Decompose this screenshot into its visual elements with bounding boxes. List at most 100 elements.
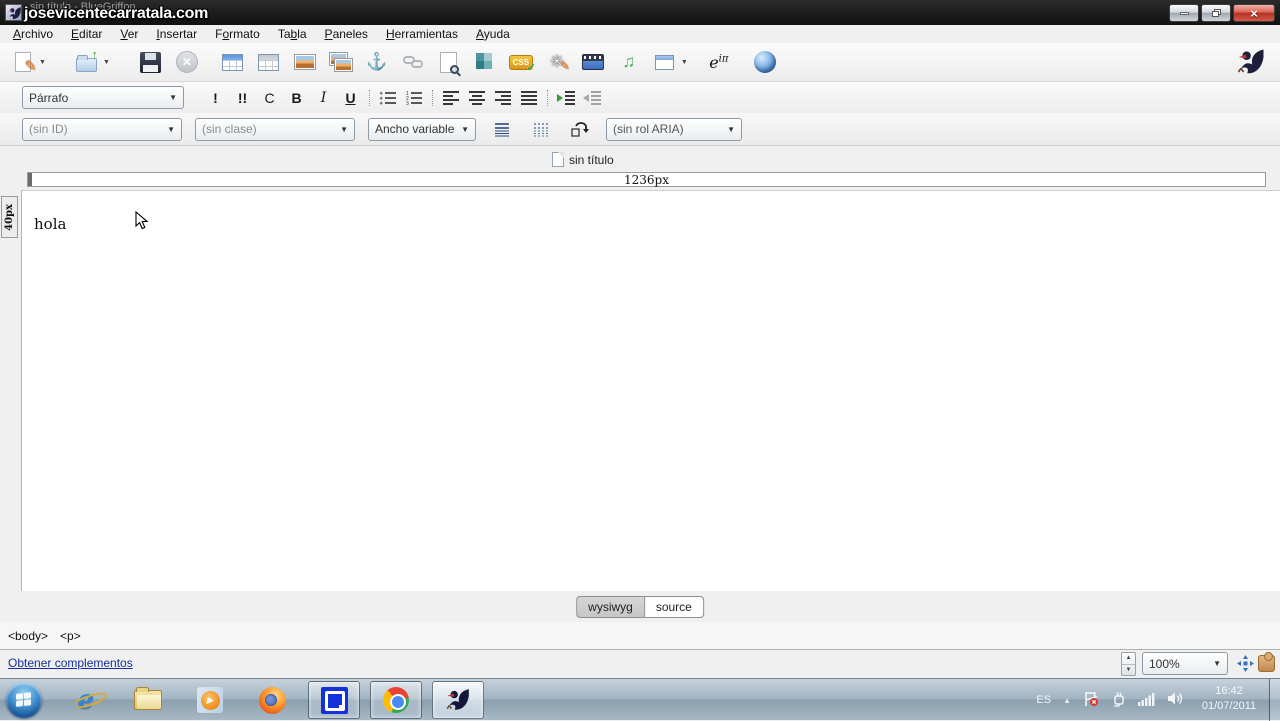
taskbar-icon-internet-explorer[interactable]: e (60, 681, 112, 719)
taskbar-icon-chrome[interactable] (370, 681, 422, 719)
language-indicator[interactable]: ES (1036, 694, 1051, 706)
network-signal-icon[interactable] (1138, 692, 1155, 709)
addons-puzzle-icon[interactable] (1258, 652, 1275, 672)
open-file-dropdown-arrow[interactable]: ▼ (103, 59, 110, 66)
insert-table-button[interactable] (218, 46, 248, 78)
insert-audio-button[interactable]: ♫ (614, 46, 644, 78)
hidden-icons-arrow[interactable]: ▲ (1063, 696, 1071, 705)
outdent-button[interactable] (579, 86, 605, 110)
wysiwyg-tab[interactable]: wysiwyg (576, 596, 644, 618)
indent-button[interactable] (553, 86, 579, 110)
preview-button[interactable] (434, 46, 464, 78)
chevron-down-icon: ▼ (167, 124, 175, 134)
anchor-button[interactable]: ⚓ (362, 46, 392, 78)
numbered-list-button[interactable]: 123 (401, 86, 427, 110)
browse-button[interactable] (750, 46, 780, 78)
chevron-down-icon: ▼ (461, 124, 469, 134)
strong-button[interactable]: !! (229, 86, 256, 110)
tab-sin-titulo[interactable]: sin título (546, 150, 620, 169)
align-left-button[interactable] (438, 86, 464, 110)
attribute-toolbar: (sin ID) ▼ (sin clase) ▼ Ancho variable ▼ (… (0, 113, 1280, 146)
width-select[interactable]: Ancho variable ▼ (368, 117, 476, 141)
insert-images-button[interactable] (326, 46, 356, 78)
taskbar-icon-bluegriffon[interactable] (432, 681, 484, 719)
taskbar-icon-screen-capture[interactable] (308, 681, 360, 719)
spinner-down-icon[interactable]: ▼ (1122, 665, 1135, 676)
minimize-button[interactable] (1169, 4, 1199, 22)
fullscreen-icon[interactable] (1237, 655, 1254, 675)
status-body-tag[interactable]: <body> (8, 629, 48, 643)
chevron-down-icon: ▼ (169, 93, 177, 102)
insert-math-button[interactable]: eiπ (704, 46, 734, 78)
markup-cleaner-button[interactable]: ✳ ✎ (542, 46, 572, 78)
close-button[interactable]: × (1233, 4, 1275, 22)
menu-item-editar[interactable]: Editar (62, 26, 111, 42)
margins-solid-button[interactable] (489, 117, 515, 141)
id-select[interactable]: (sin ID) ▼ (22, 117, 182, 141)
insert-form-button[interactable] (650, 46, 680, 78)
format-toolbar: Párrafo ▼ ! !! C B I U 123 (0, 82, 1280, 113)
spinner-up-icon[interactable]: ▲ (1122, 653, 1135, 665)
restore-button[interactable] (1201, 4, 1231, 22)
get-addons-link[interactable]: Obtener complementos (8, 656, 133, 670)
ruler-row: 1236px (0, 170, 1280, 190)
pencil-small-icon: ✎ (559, 59, 570, 73)
bullet-list-button[interactable] (375, 86, 401, 110)
class-select[interactable]: (sin clase) ▼ (195, 117, 355, 141)
title-bar: sin título - BlueGriffon josevicentecarr… (0, 0, 1280, 25)
taskbar-icon-media-player[interactable]: ▶ (184, 681, 236, 719)
zoom-spinner[interactable]: ▲ ▼ (1121, 652, 1136, 676)
start-button[interactable] (6, 682, 42, 718)
insert-form-dropdown-arrow[interactable]: ▼ (681, 59, 688, 66)
align-center-button[interactable] (464, 86, 490, 110)
editor-canvas[interactable]: hola (21, 190, 1280, 591)
source-tab[interactable]: source (643, 596, 704, 618)
menu-item-formato[interactable]: Formato (206, 26, 269, 42)
table-grey-icon (258, 53, 280, 71)
insert-video-button[interactable] (578, 46, 608, 78)
taskbar-icon-firefox[interactable] (246, 681, 298, 719)
status-p-tag[interactable]: <p> (60, 629, 81, 643)
zoom-select[interactable]: 100% ▼ (1142, 652, 1228, 675)
emphasis-button[interactable]: ! (202, 86, 229, 110)
menu-item-ayuda[interactable]: Ayuda (467, 26, 519, 42)
paragraph-format-select[interactable]: Párrafo ▼ (22, 86, 184, 109)
new-document-dropdown-arrow[interactable]: ▼ (39, 59, 46, 66)
insert-image-button[interactable] (290, 46, 320, 78)
table-properties-button[interactable] (254, 46, 284, 78)
taskbar-clock[interactable]: 16:42 01/07/2011 (1192, 684, 1266, 714)
italic-button[interactable]: I (310, 86, 337, 110)
open-file-button[interactable]: ↑ (72, 46, 102, 78)
menu-item-insertar[interactable]: Insertar (147, 26, 206, 42)
underline-button[interactable]: U (337, 86, 364, 110)
menu-item-tabla[interactable]: Tabla (269, 26, 316, 42)
toolbar-separator (432, 89, 433, 106)
css-icon: CSS (508, 54, 536, 74)
margins-dashed-button[interactable] (528, 117, 554, 141)
bottom-bar: Obtener complementos ▲ ▼ 100% ▼ (0, 650, 1280, 678)
menu-item-herramientas[interactable]: Herramientas (377, 26, 467, 42)
style-blocks-button[interactable] (470, 46, 500, 78)
show-desktop-button[interactable] (1269, 679, 1280, 721)
volume-icon[interactable] (1167, 691, 1184, 709)
rotate-button[interactable] (567, 117, 593, 141)
code-button[interactable]: C (256, 86, 283, 110)
action-center-icon[interactable] (1083, 691, 1099, 710)
link-button[interactable] (398, 46, 428, 78)
bold-button[interactable]: B (283, 86, 310, 110)
power-plug-icon[interactable] (1111, 691, 1126, 710)
align-right-button[interactable] (490, 86, 516, 110)
bluegriffon-logo (1230, 45, 1272, 79)
menu-item-ver[interactable]: Ver (111, 26, 147, 42)
taskbar-icon-windows-explorer[interactable] (122, 681, 174, 719)
document-text[interactable]: hola (34, 215, 66, 233)
taskbar: e ▶ ES ▲ 16:42 01/07/2011 (0, 678, 1280, 721)
justify-button[interactable] (516, 86, 542, 110)
aria-role-select[interactable]: (sin rol ARIA) ▼ (606, 117, 742, 141)
stop-button[interactable]: ✕ (172, 46, 202, 78)
new-document-button[interactable]: ✎ (8, 46, 38, 78)
menu-item-archivo[interactable]: Archivo (4, 26, 62, 42)
menu-item-paneles[interactable]: Paneles (316, 26, 377, 42)
stylesheets-button[interactable]: CSS (506, 46, 536, 78)
save-button[interactable] (136, 46, 166, 78)
